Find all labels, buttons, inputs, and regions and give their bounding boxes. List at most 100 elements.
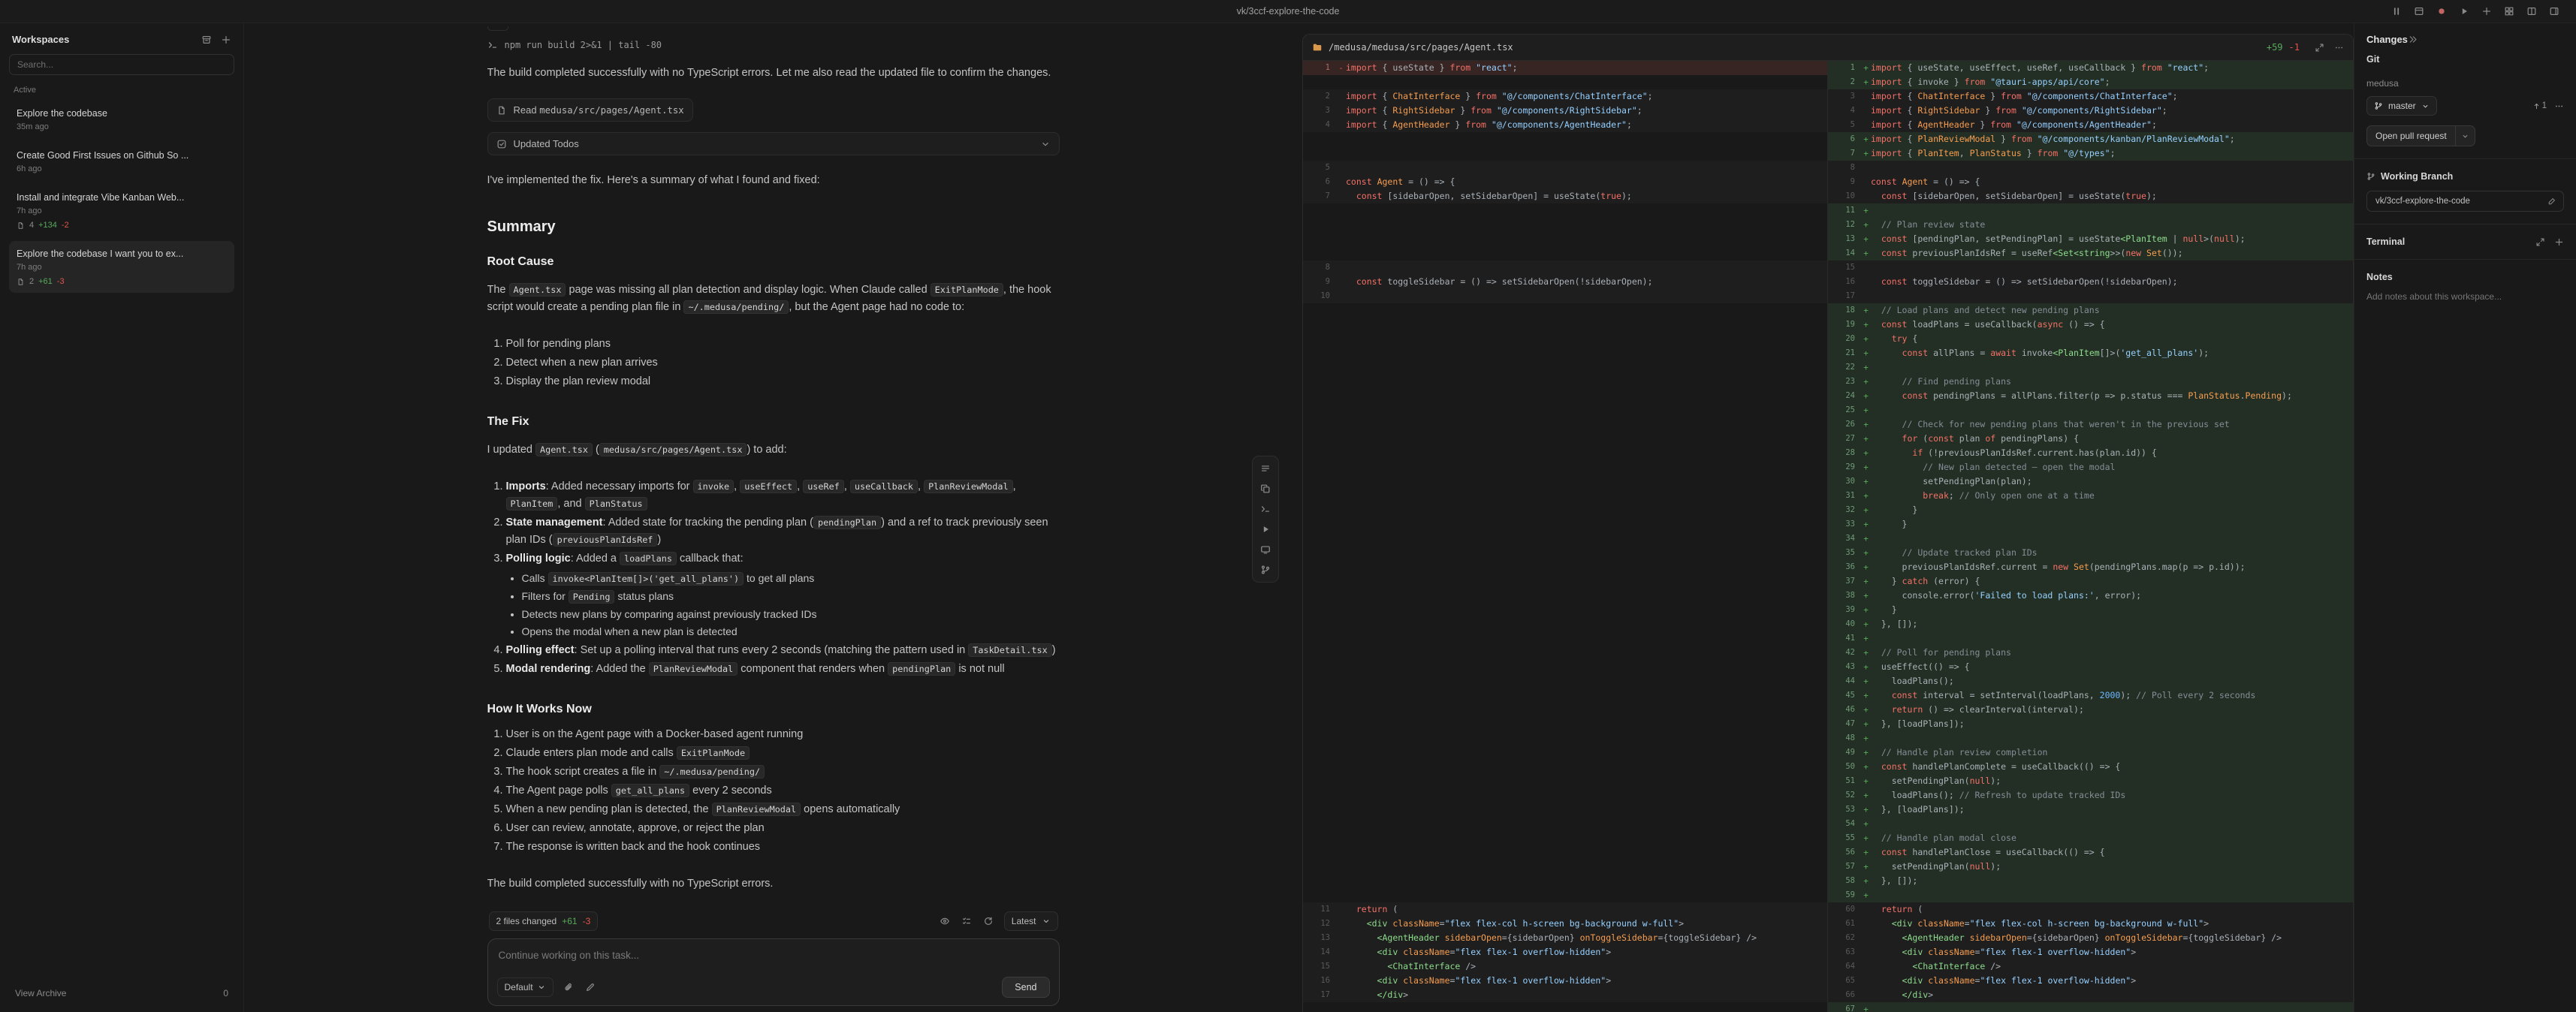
list-icon[interactable]	[1260, 459, 1271, 477]
monitor-icon[interactable]	[1260, 541, 1271, 559]
frames-icon[interactable]	[2414, 6, 2424, 17]
composer[interactable]: Default Send	[487, 938, 1060, 1006]
model-selector[interactable]: Default	[497, 977, 554, 997]
line-number	[1303, 760, 1336, 774]
diff-new-cell: 27+ for (const plan of pendingPlans) {	[1828, 432, 2353, 446]
workspace-item[interactable]: Install and integrate Vibe Kanban Web...…	[9, 185, 234, 236]
collapse-icon[interactable]	[2408, 35, 2418, 44]
changes-panel: Changes Git medusa master 1 Open pull re…	[2354, 23, 2576, 1012]
workspace-item[interactable]: Explore the codebase I want you to ex...…	[9, 241, 234, 293]
view-archive-button[interactable]: View Archive 0	[9, 985, 234, 1001]
terminal-command-chip[interactable]: npm run build 2>&1 | tail -80	[487, 40, 1060, 50]
additions-count: +61	[38, 277, 53, 286]
history-icon[interactable]	[983, 916, 994, 926]
working-branch-input[interactable]	[2374, 196, 2543, 206]
grid-icon[interactable]	[2504, 6, 2514, 17]
paperclip-icon[interactable]	[563, 982, 574, 992]
code-line: return (	[1871, 902, 2353, 917]
chevron-down-icon[interactable]	[1040, 139, 1051, 149]
eye-icon[interactable]	[940, 916, 950, 926]
new-workspace-icon[interactable]	[221, 35, 231, 45]
conversation: npm run build 2>&1 | tail -80The build c…	[487, 26, 1060, 904]
files-changed-pill[interactable]: 2 files changed +61 -3	[489, 911, 599, 931]
line-number	[1303, 660, 1336, 674]
plus-icon[interactable]	[2481, 6, 2492, 17]
diff-old-cell: 9 const toggleSidebar = () => setSidebar…	[1303, 275, 1828, 289]
pause-icon[interactable]	[2391, 6, 2402, 17]
diff-old-cell: 7 const [sidebarOpen, setSidebarOpen] = …	[1303, 189, 1828, 203]
search-input[interactable]	[9, 54, 234, 75]
play-icon[interactable]	[2459, 6, 2469, 17]
diff-row: 6+import { PlanReviewModal } from "@/com…	[1303, 132, 2353, 146]
diff-marker: +	[1861, 688, 1871, 703]
diff-marker	[1336, 89, 1346, 104]
copy-icon[interactable]	[1260, 480, 1271, 498]
diff-new-cell: 60 return (	[1828, 902, 2353, 917]
expand-icon[interactable]	[2535, 237, 2545, 247]
line-number	[1303, 146, 1336, 161]
code-line	[1346, 874, 1827, 888]
play-icon[interactable]	[1260, 520, 1271, 538]
diff-marker: +	[1861, 874, 1871, 888]
code-line: for (const plan of pendingPlans) {	[1871, 432, 2353, 446]
code-line: const [sidebarOpen, setSidebarOpen] = us…	[1871, 189, 2353, 203]
diff-marker	[1336, 931, 1346, 945]
code-line: const pendingPlans = allPlans.filter(p =…	[1871, 389, 2353, 403]
chevron-down-icon[interactable]	[2455, 126, 2475, 146]
code-line: <AgentHeader sidebarOpen={sidebarOpen} o…	[1871, 931, 2353, 945]
inline-code: pendingPlan	[813, 516, 881, 529]
diff-new-cell: 17	[1828, 289, 2353, 303]
code-line: import { ChatInterface } from "@/compone…	[1346, 89, 1827, 104]
code-line	[1346, 631, 1827, 646]
open-pull-request-button[interactable]: Open pull request	[2366, 125, 2475, 146]
code-line	[1346, 203, 1827, 218]
diff-new-cell: 43+ useEffect(() => {	[1828, 660, 2353, 674]
plus-icon[interactable]	[2554, 237, 2564, 247]
code-line: loadPlans();	[1871, 674, 2353, 688]
message-input[interactable]	[497, 948, 1050, 966]
code-line	[1346, 389, 1827, 403]
git-section-label: Git	[2366, 54, 2564, 65]
checklist-icon[interactable]	[961, 916, 972, 926]
list-item: Modal rendering: Added the PlanReviewMod…	[506, 661, 1060, 678]
pencil-icon[interactable]	[2547, 197, 2556, 206]
ellipsis-icon[interactable]	[2554, 101, 2564, 111]
read-file-chip[interactable]: Read medusa/src/pages/Agent.tsx	[487, 98, 693, 122]
line-number: 40	[1828, 617, 1861, 631]
expand-icon[interactable]	[2315, 43, 2324, 53]
branch-selector[interactable]: master	[2366, 96, 2437, 116]
pen-icon[interactable]	[585, 982, 596, 992]
line-number	[1303, 774, 1336, 788]
diff-row: 16 <div className="flex flex-1 overflow-…	[1303, 974, 2353, 988]
diff-marker	[1336, 860, 1346, 874]
workspace-item[interactable]: Explore the codebase35m ago	[9, 101, 234, 138]
send-button[interactable]: Send	[1002, 977, 1049, 998]
diff-old-cell	[1303, 745, 1828, 760]
terminal-icon[interactable]	[1260, 500, 1271, 518]
line-number: 25	[1828, 403, 1861, 417]
inline-code: ExitPlanMode	[677, 746, 750, 760]
notes-placeholder[interactable]: Add notes about this workspace...	[2366, 291, 2564, 302]
columns-icon[interactable]	[2526, 6, 2537, 17]
latest-dropdown[interactable]: Latest	[1004, 911, 1058, 931]
diff-row: 52+ loadPlans(); // Refresh to update tr…	[1303, 788, 2353, 803]
line-number: 6	[1828, 132, 1861, 146]
code-line	[1871, 261, 2353, 275]
file-icon	[17, 278, 25, 286]
archive-icon[interactable]	[201, 35, 212, 45]
diff-new-cell: 23+ // Find pending plans	[1828, 375, 2353, 389]
diff-marker: +	[1861, 717, 1871, 731]
diff-old-cell	[1303, 75, 1828, 89]
record-icon[interactable]	[2436, 6, 2447, 17]
branch-icon[interactable]	[1260, 561, 1271, 579]
working-branch-field[interactable]	[2366, 191, 2564, 212]
diff-marker	[1336, 788, 1346, 803]
diff-marker	[1336, 917, 1346, 931]
sidebar-icon[interactable]	[2549, 6, 2559, 17]
line-number: 3	[1303, 104, 1336, 118]
diff-row: 57+ setPendingPlan(null);	[1303, 860, 2353, 874]
workspace-item[interactable]: Create Good First Issues on Github So ..…	[9, 143, 234, 180]
diff-old-cell	[1303, 831, 1828, 845]
updated-todos-chip[interactable]: Updated Todos	[487, 132, 1060, 155]
ellipsis-icon[interactable]	[2334, 43, 2344, 53]
